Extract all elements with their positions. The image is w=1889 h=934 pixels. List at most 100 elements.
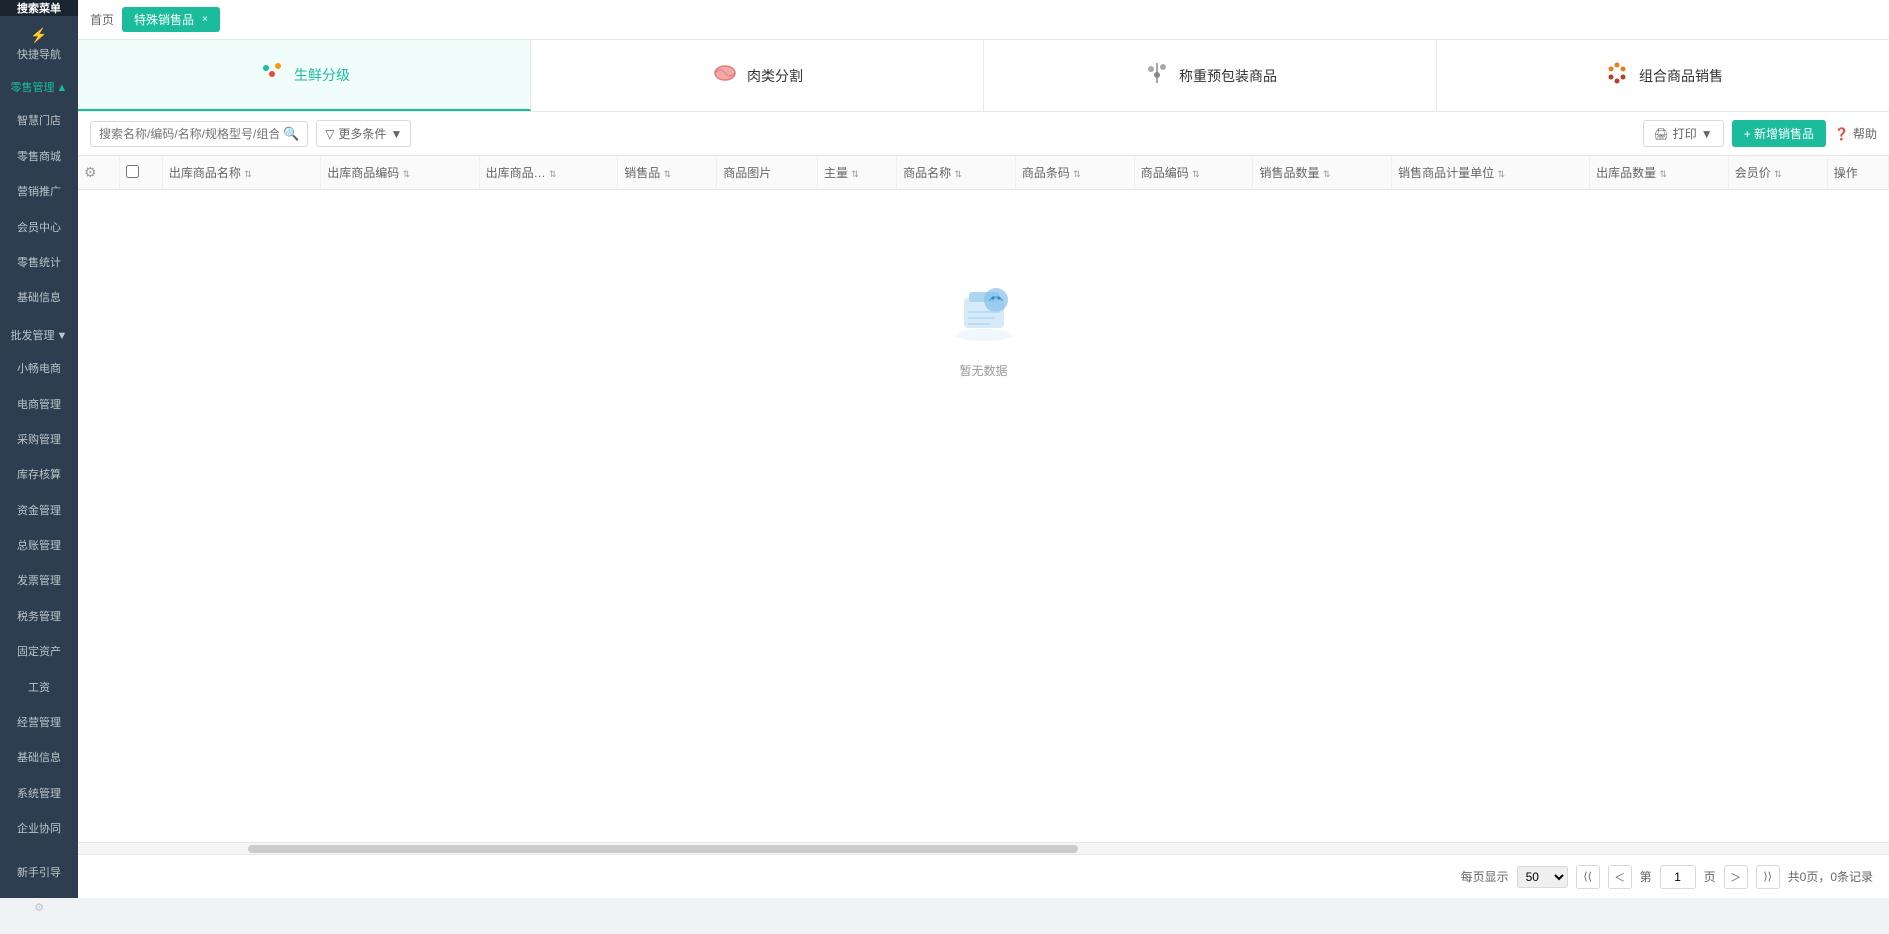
page-label-prefix: 第 bbox=[1640, 868, 1652, 885]
select-all-checkbox[interactable] bbox=[126, 165, 139, 178]
main-content: 首页 特殊销售品 × 生鲜分级 bbox=[78, 0, 1889, 898]
col-main-weight[interactable]: 主量 ⇅ bbox=[818, 156, 897, 190]
meat-cut-icon bbox=[711, 59, 739, 93]
sidebar-item-tax-mgmt[interactable]: 税务管理 bbox=[0, 600, 78, 635]
search-input[interactable] bbox=[99, 127, 279, 141]
toolbar: 🔍 ▽ 更多条件 ▼ 🖨 打印 ▼ + 新增销售品 ❓ 帮助 bbox=[78, 112, 1889, 156]
col-sales-goods[interactable]: 销售品 ⇅ bbox=[618, 156, 717, 190]
sidebar-item-ledger-mgmt[interactable]: 总账管理 bbox=[0, 529, 78, 564]
toolbar-right: 🖨 打印 ▼ + 新增销售品 ❓ 帮助 bbox=[1643, 120, 1877, 147]
col-out-qty[interactable]: 出库品数量 ⇅ bbox=[1590, 156, 1729, 190]
col-checkbox[interactable] bbox=[119, 156, 162, 190]
sidebar-item-retail-stats[interactable]: 零售统计 bbox=[0, 246, 78, 281]
scale-packed-icon bbox=[1143, 59, 1171, 93]
filter-icon: ▽ bbox=[325, 127, 334, 141]
col-sales-qty[interactable]: 销售品数量 ⇅ bbox=[1253, 156, 1392, 190]
empty-text: 暂无数据 bbox=[959, 362, 1007, 379]
sidebar-item-sales-promo[interactable]: 营销推广 bbox=[0, 175, 78, 210]
col-out-goods-code[interactable]: 出库商品编码 ⇅ bbox=[321, 156, 479, 190]
filter-button[interactable]: ▽ 更多条件 ▼ bbox=[316, 120, 411, 147]
close-tab-icon[interactable]: × bbox=[202, 14, 208, 25]
sidebar-item-settings[interactable]: ⚙ bbox=[4, 891, 74, 926]
sort-icon-out-goods-code: ⇅ bbox=[403, 169, 411, 179]
search-icon: 🔍 bbox=[283, 126, 299, 142]
sort-icon-goods-code: ⇅ bbox=[1192, 169, 1200, 179]
cat-label-combo-sales: 组合商品销售 bbox=[1639, 66, 1723, 86]
prev-page-button[interactable]: ＜ bbox=[1608, 865, 1632, 889]
quick-nav-icon: ⚡ bbox=[4, 26, 74, 46]
col-member-price[interactable]: 会员价 ⇅ bbox=[1728, 156, 1827, 190]
sidebar-item-finance-mgmt[interactable]: 资金管理 bbox=[0, 494, 78, 529]
home-link[interactable]: 首页 bbox=[90, 11, 114, 28]
sidebar-item-mini-ecom[interactable]: 小畅电商 bbox=[0, 352, 78, 387]
sidebar-item-new-guide[interactable]: 新手引导 bbox=[4, 856, 74, 891]
help-button[interactable]: ❓ 帮助 bbox=[1834, 125, 1877, 142]
last-page-button[interactable]: ⟩⟩ bbox=[1756, 865, 1780, 889]
sidebar-item-retail-mall[interactable]: 零售商城 bbox=[0, 140, 78, 175]
cat-label-scale-packed: 称重预包装商品 bbox=[1179, 66, 1277, 86]
col-goods-img[interactable]: 商品图片 bbox=[717, 156, 818, 190]
next-page-button[interactable]: ＞ bbox=[1724, 865, 1748, 889]
add-sales-button[interactable]: + 新增销售品 bbox=[1732, 120, 1826, 147]
cat-tab-scale-packed[interactable]: 称重预包装商品 bbox=[984, 40, 1437, 111]
sort-icon-member-price: ⇅ bbox=[1774, 169, 1782, 179]
pagination-bar: 每页显示 50 10 20 100 ⟨⟨ ＜ 第 页 ＞ ⟩⟩ 共0页，0条记录 bbox=[78, 854, 1889, 898]
cat-tab-fresh-grade[interactable]: 生鲜分级 bbox=[78, 40, 531, 111]
sidebar-item-quick-nav[interactable]: ⚡ 快捷导航 bbox=[0, 16, 78, 73]
col-goods-code[interactable]: 商品编码 ⇅ bbox=[1134, 156, 1253, 190]
col-goods-barcode[interactable]: 商品条码 ⇅ bbox=[1015, 156, 1134, 190]
page-label-suffix: 页 bbox=[1704, 868, 1716, 885]
chevron-down-icon: ▲ bbox=[57, 81, 68, 96]
sort-icon-sales-qty: ⇅ bbox=[1323, 169, 1331, 179]
sort-icon-sales-goods: ⇅ bbox=[664, 169, 672, 179]
sidebar-item-wholesale-mgmt[interactable]: 批发管理 ▼ bbox=[0, 321, 78, 352]
toolbar-left: 🔍 ▽ 更多条件 ▼ bbox=[90, 120, 411, 147]
sidebar-item-member-center[interactable]: 会员中心 bbox=[0, 211, 78, 246]
sidebar-item-inventory[interactable]: 库存核算 bbox=[0, 458, 78, 493]
sort-icon-goods-name: ⇅ bbox=[955, 169, 963, 179]
col-ops: 操作 bbox=[1827, 156, 1888, 190]
col-goods-name[interactable]: 商品名称 ⇅ bbox=[897, 156, 1016, 190]
sidebar-logo: 搜索菜单 bbox=[0, 0, 78, 16]
sidebar-item-ops-mgmt[interactable]: 经营管理 bbox=[0, 706, 78, 741]
col-sales-unit[interactable]: 销售商品计量单位 ⇅ bbox=[1392, 156, 1590, 190]
per-page-select[interactable]: 50 10 20 100 bbox=[1517, 866, 1568, 888]
sidebar-item-wages[interactable]: 工资 bbox=[0, 671, 78, 706]
sidebar-item-ecom-mgmt[interactable]: 电商管理 bbox=[0, 388, 78, 423]
horizontal-scrollbar[interactable] bbox=[78, 842, 1889, 854]
sidebar-item-fixed-assets[interactable]: 固定资产 bbox=[0, 635, 78, 670]
cat-tab-combo-sales[interactable]: 组合商品销售 bbox=[1437, 40, 1889, 111]
print-button[interactable]: 🖨 打印 ▼ bbox=[1643, 120, 1724, 147]
sidebar-item-smart-store[interactable]: 智慧门店 bbox=[0, 104, 78, 139]
sort-icon-out-qty: ⇅ bbox=[1660, 169, 1668, 179]
scrollbar-thumb[interactable] bbox=[248, 845, 1078, 853]
sidebar-item-retail-mgmt[interactable]: 零售管理 ▲ bbox=[0, 73, 78, 104]
sort-icon-goods-barcode: ⇅ bbox=[1073, 169, 1081, 179]
first-page-button[interactable]: ⟨⟨ bbox=[1576, 865, 1600, 889]
print-chevron-icon: ▼ bbox=[1701, 127, 1713, 141]
category-tabs: 生鲜分级 肉类分割 称重预包装商品 bbox=[78, 40, 1889, 112]
print-icon: 🖨 bbox=[1654, 127, 1669, 141]
active-tab[interactable]: 特殊销售品 × bbox=[122, 7, 220, 32]
sidebar-item-invoice-mgmt[interactable]: 发票管理 bbox=[0, 564, 78, 599]
col-out-goods-name[interactable]: 出库商品名称 ⇅ bbox=[162, 156, 320, 190]
help-icon: ❓ bbox=[1834, 127, 1849, 141]
sidebar-item-enterprise-coop[interactable]: 企业协同 bbox=[0, 812, 78, 847]
sidebar-item-sys-mgmt[interactable]: 系统管理 bbox=[0, 777, 78, 812]
col-out-goods-x[interactable]: 出库商品… ⇅ bbox=[479, 156, 618, 190]
sort-icon-out-goods-name: ⇅ bbox=[244, 169, 252, 179]
cat-label-fresh-grade: 生鲜分级 bbox=[294, 65, 350, 85]
sidebar-item-purchase-mgmt[interactable]: 采购管理 bbox=[0, 423, 78, 458]
settings-icon: ⚙ bbox=[34, 902, 44, 914]
sidebar-item-basic-info[interactable]: 基础信息 bbox=[0, 281, 78, 316]
col-gear[interactable]: ⚙ bbox=[78, 156, 119, 190]
combo-sales-icon bbox=[1603, 59, 1631, 93]
total-label: 共0页，0条记录 bbox=[1788, 868, 1873, 885]
per-page-label: 每页显示 bbox=[1461, 868, 1509, 885]
sidebar-bottom: 新手引导 ⚙ bbox=[0, 848, 78, 934]
chevron-down-icon-2: ▼ bbox=[57, 329, 68, 344]
page-input[interactable] bbox=[1660, 865, 1696, 889]
cat-tab-meat-cut[interactable]: 肉类分割 bbox=[531, 40, 984, 111]
search-box[interactable]: 🔍 bbox=[90, 121, 308, 147]
sidebar-item-basic-info2[interactable]: 基础信息 bbox=[0, 741, 78, 776]
